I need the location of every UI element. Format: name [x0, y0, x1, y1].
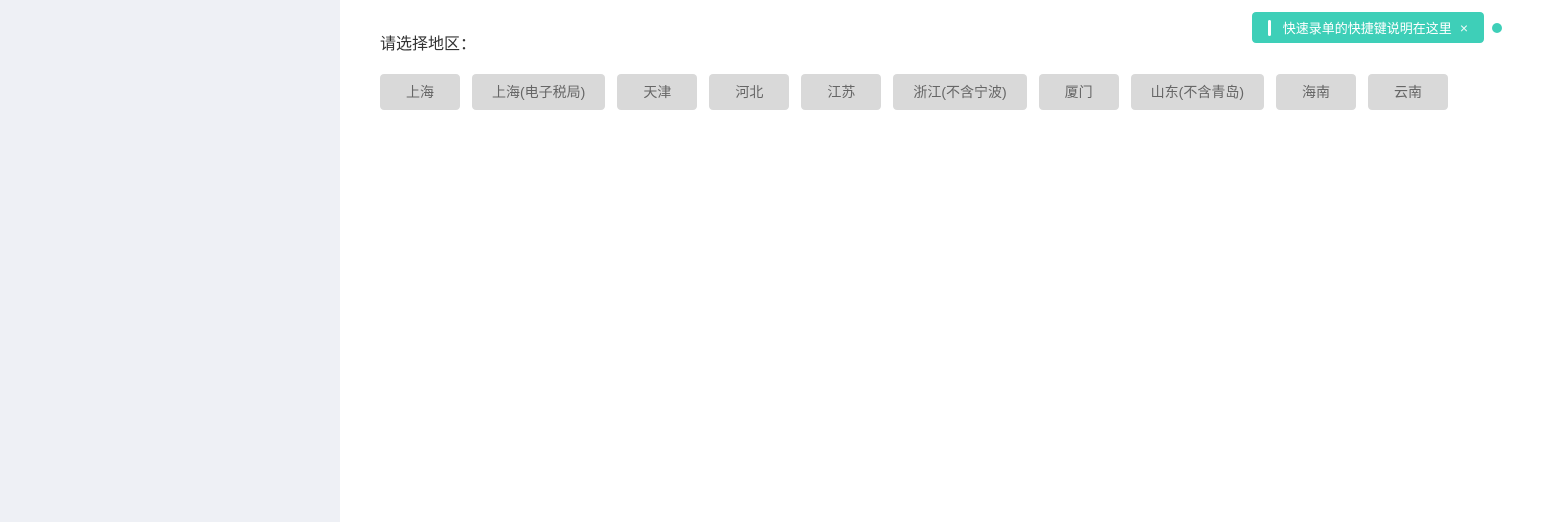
region-btn-tianjin[interactable]: 天津 [617, 74, 697, 110]
left-sidebar [0, 0, 340, 522]
tooltip-close-button[interactable]: × [1460, 20, 1468, 36]
region-btn-shanghai[interactable]: 上海 [380, 74, 460, 110]
region-btn-zhejiang[interactable]: 浙江(不含宁波) [893, 74, 1026, 110]
tooltip-badge: 快速录单的快捷键说明在这里 × [1252, 12, 1484, 43]
region-row-2: 山东(不含青岛) 海南云南 [1131, 74, 1448, 110]
region-btn-xiamen[interactable]: 厦门 [1039, 74, 1119, 110]
region-btn-shanghai-etax[interactable]: 上海(电子税局) [472, 74, 605, 110]
region-buttons-container: 上海上海(电子税局) 天津河北江苏浙江(不含宁波) 厦门 山东(不含青岛) 海南云南 [380, 74, 1522, 122]
region-btn-shandong[interactable]: 山东(不含青岛) [1131, 74, 1264, 110]
region-row-1: 上海上海(电子税局) 天津河北江苏浙江(不含宁波) 厦门 [380, 74, 1119, 110]
region-btn-hainan[interactable]: 海南 [1276, 74, 1356, 110]
region-btn-hebei[interactable]: 河北 [709, 74, 789, 110]
tooltip-text: 快速录单的快捷键说明在这里 [1283, 18, 1452, 37]
tooltip-container: 快速录单的快捷键说明在这里 × [1252, 12, 1502, 43]
region-btn-yunnan[interactable]: 云南 [1368, 74, 1448, 110]
main-content: 请选择地区： 上海上海(电子税局)天津河北江苏浙江(不含宁波)厦门 山东(不含青… [340, 0, 1562, 522]
region-btn-jiangsu[interactable]: 江苏 [801, 74, 881, 110]
tooltip-dot [1492, 23, 1502, 33]
